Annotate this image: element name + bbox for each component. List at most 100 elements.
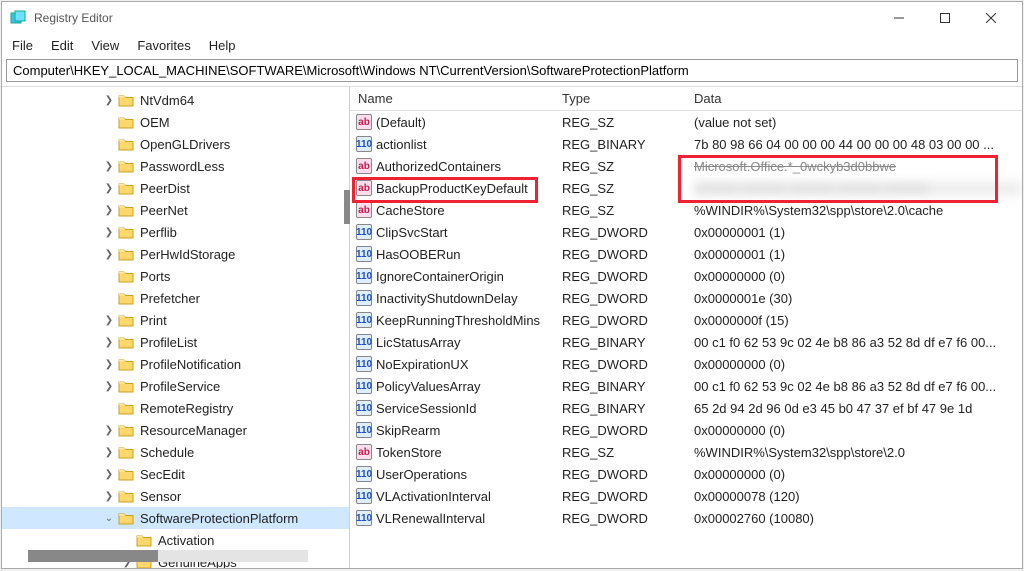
- folder-icon: [118, 115, 134, 129]
- expand-icon[interactable]: ❯: [102, 337, 116, 348]
- splitter-handle[interactable]: [344, 190, 350, 224]
- value-row[interactable]: 110VLRenewalIntervalREG_DWORD0x00002760 …: [350, 507, 1022, 529]
- expand-icon[interactable]: ❯: [102, 315, 116, 326]
- expand-icon[interactable]: ❯: [102, 469, 116, 480]
- value-row[interactable]: 110IgnoreContainerOriginREG_DWORD0x00000…: [350, 265, 1022, 287]
- tree-item-ports[interactable]: Ports: [2, 265, 349, 287]
- tree-item-oem[interactable]: OEM: [2, 111, 349, 133]
- value-name: InactivityShutdownDelay: [376, 291, 518, 306]
- value-row[interactable]: abTokenStoreREG_SZ%WINDIR%\System32\spp\…: [350, 441, 1022, 463]
- expand-icon[interactable]: ❯: [102, 491, 116, 502]
- value-row[interactable]: abAuthorizedContainersREG_SZMicrosoft.Of…: [350, 155, 1022, 177]
- tree-item-label: ProfileList: [140, 335, 197, 350]
- values-pane[interactable]: Name Type Data ab(Default)REG_SZ(value n…: [350, 87, 1022, 568]
- value-name: ClipSvcStart: [376, 225, 448, 240]
- menu-help[interactable]: Help: [209, 38, 236, 53]
- scrollbar-thumb[interactable]: [28, 550, 158, 562]
- expand-icon[interactable]: ❯: [102, 447, 116, 458]
- tree-item-schedule[interactable]: ❯Schedule: [2, 441, 349, 463]
- tree-item-perhwidstorage[interactable]: ❯PerHwIdStorage: [2, 243, 349, 265]
- tree-item-opengldrivers[interactable]: OpenGLDrivers: [2, 133, 349, 155]
- expand-icon[interactable]: ❯: [102, 249, 116, 260]
- window-title: Registry Editor: [34, 11, 876, 25]
- col-name[interactable]: Name: [350, 91, 562, 106]
- value-type: REG_DWORD: [562, 489, 694, 504]
- expand-icon[interactable]: ❯: [102, 95, 116, 106]
- expand-icon[interactable]: ❯: [102, 425, 116, 436]
- tree-item-sensor[interactable]: ❯ Sensor: [2, 485, 349, 507]
- value-row[interactable]: 110actionlistREG_BINARY7b 80 98 66 04 00…: [350, 133, 1022, 155]
- value-row[interactable]: abCacheStoreREG_SZ%WINDIR%\System32\spp\…: [350, 199, 1022, 221]
- tree-item-prefetcher[interactable]: Prefetcher: [2, 287, 349, 309]
- folder-icon: [118, 137, 134, 151]
- tree-item-profilelist[interactable]: ❯ ProfileList: [2, 331, 349, 353]
- value-row[interactable]: 110UserOperationsREG_DWORD0x00000000 (0): [350, 463, 1022, 485]
- tree-item-perflib[interactable]: ❯Perflib: [2, 221, 349, 243]
- tree-item-profileservice[interactable]: ❯ProfileService: [2, 375, 349, 397]
- tree-item-activation[interactable]: Activation: [2, 529, 349, 551]
- value-type: REG_DWORD: [562, 423, 694, 438]
- menu-view[interactable]: View: [91, 38, 119, 53]
- tree-item-label: Sensor: [140, 489, 181, 504]
- value-row[interactable]: 110PolicyValuesArrayREG_BINARY00 c1 f0 6…: [350, 375, 1022, 397]
- binary-icon: 110: [356, 224, 372, 240]
- value-row[interactable]: ab(Default)REG_SZ(value not set): [350, 111, 1022, 133]
- value-name: PolicyValuesArray: [376, 379, 481, 394]
- value-type: REG_SZ: [562, 159, 694, 174]
- value-type: REG_DWORD: [562, 269, 694, 284]
- tree-item-secedit[interactable]: ❯SecEdit: [2, 463, 349, 485]
- value-row[interactable]: 110ClipSvcStartREG_DWORD0x00000001 (1): [350, 221, 1022, 243]
- address-bar[interactable]: Computer\HKEY_LOCAL_MACHINE\SOFTWARE\Mic…: [6, 59, 1018, 82]
- value-row[interactable]: 110HasOOBERunREG_DWORD0x00000001 (1): [350, 243, 1022, 265]
- value-row[interactable]: 110InactivityShutdownDelayREG_DWORD0x000…: [350, 287, 1022, 309]
- expand-icon[interactable]: ❯: [102, 227, 116, 238]
- folder-icon: [118, 313, 134, 327]
- value-row[interactable]: 110LicStatusArrayREG_BINARY00 c1 f0 62 5…: [350, 331, 1022, 353]
- tree-item-remoteregistry[interactable]: RemoteRegistry: [2, 397, 349, 419]
- string-icon: ab: [356, 114, 372, 130]
- expand-icon[interactable]: ❯: [102, 381, 116, 392]
- menu-edit[interactable]: Edit: [51, 38, 73, 53]
- close-button[interactable]: [968, 2, 1014, 34]
- value-data: 65 2d 94 2d 96 0d e3 45 b0 47 37 ef bf 4…: [694, 401, 1022, 416]
- value-data: 00 c1 f0 62 53 9c 02 4e b8 86 a3 52 8d d…: [694, 335, 1022, 350]
- tree-item-softwareprotectionplatform[interactable]: ⌄ SoftwareProtectionPlatform: [2, 507, 349, 529]
- tree-item-peernet[interactable]: ❯PeerNet: [2, 199, 349, 221]
- menu-favorites[interactable]: Favorites: [137, 38, 190, 53]
- maximize-button[interactable]: [922, 2, 968, 34]
- tree-pane[interactable]: ❯NtVdm64OEMOpenGLDrivers ❯ PasswordLess ❯Pe…: [2, 87, 350, 568]
- expand-icon[interactable]: ⌄: [102, 513, 116, 524]
- expand-icon[interactable]: ❯: [102, 161, 116, 172]
- tree-item-print[interactable]: ❯Print: [2, 309, 349, 331]
- folder-icon: [118, 335, 134, 349]
- expand-icon[interactable]: ❯: [102, 359, 116, 370]
- value-name: IgnoreContainerOrigin: [376, 269, 504, 284]
- value-data: 0x00000000 (0): [694, 357, 1022, 372]
- value-row[interactable]: 110KeepRunningThresholdMinsREG_DWORD0x00…: [350, 309, 1022, 331]
- tree-item-resourcemanager[interactable]: ❯ResourceManager: [2, 419, 349, 441]
- tree-item-ntvdm64[interactable]: ❯NtVdm64: [2, 89, 349, 111]
- tree-item-label: PasswordLess: [140, 159, 225, 174]
- folder-icon: [118, 269, 134, 283]
- value-row[interactable]: abBackupProductKeyDefaultREG_SZXXXXX-XXX…: [350, 177, 1022, 199]
- menu-file[interactable]: File: [12, 38, 33, 53]
- tree-item-profilenotification[interactable]: ❯ProfileNotification: [2, 353, 349, 375]
- col-type[interactable]: Type: [562, 91, 694, 106]
- expand-icon[interactable]: ❯: [102, 183, 116, 194]
- tree-item-label: SoftwareProtectionPlatform: [140, 511, 298, 526]
- value-row[interactable]: 110VLActivationIntervalREG_DWORD0x000000…: [350, 485, 1022, 507]
- tree-hscrollbar[interactable]: [28, 550, 308, 562]
- tree-item-peerdist[interactable]: ❯PeerDist: [2, 177, 349, 199]
- minimize-button[interactable]: [876, 2, 922, 34]
- col-data[interactable]: Data: [694, 91, 1022, 106]
- expand-icon[interactable]: ❯: [102, 205, 116, 216]
- value-row[interactable]: 110SkipRearmREG_DWORD0x00000000 (0): [350, 419, 1022, 441]
- value-row[interactable]: 110ServiceSessionIdREG_BINARY65 2d 94 2d…: [350, 397, 1022, 419]
- value-data: 0x0000001e (30): [694, 291, 1022, 306]
- string-icon: ab: [356, 202, 372, 218]
- value-type: REG_BINARY: [562, 335, 694, 350]
- tree-item-passwordless[interactable]: ❯ PasswordLess: [2, 155, 349, 177]
- value-row[interactable]: 110NoExpirationUXREG_DWORD0x00000000 (0): [350, 353, 1022, 375]
- column-header[interactable]: Name Type Data: [350, 87, 1022, 111]
- value-type: REG_SZ: [562, 181, 694, 196]
